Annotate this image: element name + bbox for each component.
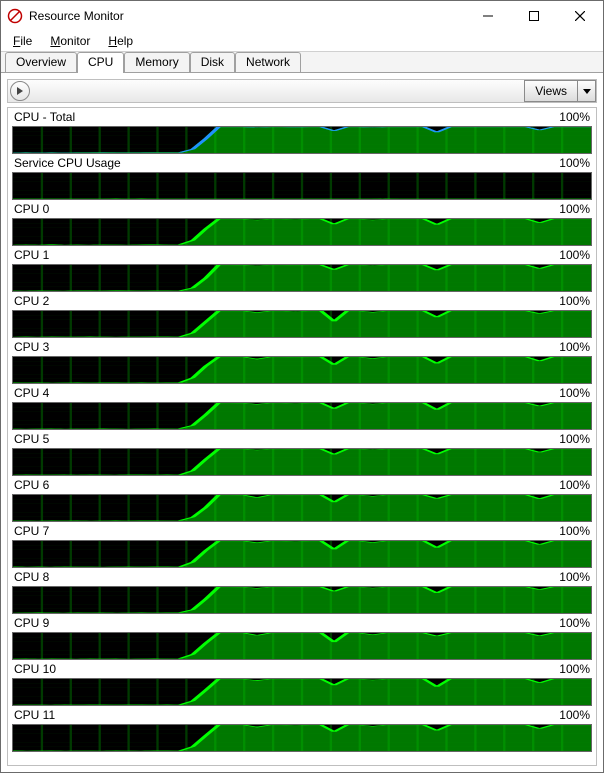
- cpu-usage-graph: [12, 448, 592, 476]
- views-label: Views: [535, 84, 567, 98]
- cpu-usage-graph: [12, 724, 592, 752]
- cpu-usage-graph: [12, 218, 592, 246]
- graph-max-label: 100%: [559, 478, 590, 492]
- expand-collapse-button[interactable]: [10, 81, 30, 101]
- cpu-usage-graph: [12, 402, 592, 430]
- graph-max-label: 100%: [559, 708, 590, 722]
- graph-max-label: 100%: [559, 294, 590, 308]
- tab-memory[interactable]: Memory: [124, 52, 189, 72]
- graph-header: CPU 1100%: [12, 248, 592, 264]
- graph-header: CPU 2100%: [12, 294, 592, 310]
- graph-max-label: 100%: [559, 386, 590, 400]
- graph-max-label: 100%: [559, 524, 590, 538]
- graph-header: CPU 3100%: [12, 340, 592, 356]
- graph-header: CPU 7100%: [12, 524, 592, 540]
- cpu-usage-graph: [12, 264, 592, 292]
- graph-name: CPU - Total: [14, 110, 559, 124]
- graph-name: CPU 5: [14, 432, 559, 446]
- cpu-usage-graph: [12, 678, 592, 706]
- titlebar[interactable]: Resource Monitor: [1, 1, 603, 31]
- close-button[interactable]: [557, 1, 603, 31]
- graph-header: CPU 5100%: [12, 432, 592, 448]
- tab-disk[interactable]: Disk: [190, 52, 235, 72]
- graph-name: CPU 7: [14, 524, 559, 538]
- menu-help[interactable]: Help: [100, 33, 141, 49]
- graph-max-label: 100%: [559, 570, 590, 584]
- cpu-usage-graph: [12, 172, 592, 200]
- graph-name: CPU 4: [14, 386, 559, 400]
- graph-header: Service CPU Usage100%: [12, 156, 592, 172]
- tab-overview[interactable]: Overview: [5, 52, 77, 72]
- graph-name: Service CPU Usage: [14, 156, 559, 170]
- views-button[interactable]: Views: [524, 80, 596, 102]
- graph-max-label: 100%: [559, 248, 590, 262]
- app-icon: [7, 8, 23, 24]
- tabs: Overview CPU Memory Disk Network: [1, 51, 603, 73]
- menu-file[interactable]: File: [5, 33, 40, 49]
- tab-cpu[interactable]: CPU: [77, 52, 124, 73]
- graph-name: CPU 11: [14, 708, 559, 722]
- graph-max-label: 100%: [559, 662, 590, 676]
- graph-header: CPU 4100%: [12, 386, 592, 402]
- graph-header: CPU 9100%: [12, 616, 592, 632]
- graph-name: CPU 6: [14, 478, 559, 492]
- cpu-usage-graph: [12, 540, 592, 568]
- cpu-usage-graph: [12, 310, 592, 338]
- graph-max-label: 100%: [559, 110, 590, 124]
- cpu-usage-graph: [12, 494, 592, 522]
- graph-header: CPU 10100%: [12, 662, 592, 678]
- graph-header: CPU 8100%: [12, 570, 592, 586]
- graph-name: CPU 1: [14, 248, 559, 262]
- graph-header: CPU 11100%: [12, 708, 592, 724]
- graph-header: CPU 6100%: [12, 478, 592, 494]
- cpu-usage-graph: [12, 632, 592, 660]
- menu-monitor[interactable]: Monitor: [42, 33, 98, 49]
- graph-name: CPU 2: [14, 294, 559, 308]
- graph-name: CPU 10: [14, 662, 559, 676]
- toolbar: Views: [7, 79, 597, 103]
- window-title: Resource Monitor: [29, 9, 124, 23]
- cpu-usage-graph: [12, 356, 592, 384]
- cpu-usage-graph: [12, 586, 592, 614]
- tab-network[interactable]: Network: [235, 52, 301, 72]
- cpu-usage-graph: [12, 126, 592, 154]
- graph-max-label: 100%: [559, 156, 590, 170]
- graph-max-label: 100%: [559, 432, 590, 446]
- views-dropdown-icon[interactable]: [578, 80, 596, 102]
- graph-max-label: 100%: [559, 340, 590, 354]
- graph-max-label: 100%: [559, 202, 590, 216]
- graph-name: CPU 0: [14, 202, 559, 216]
- cpu-graphs-panel: CPU - Total100% Service CPU Usage100% CP…: [7, 107, 597, 766]
- minimize-button[interactable]: [465, 1, 511, 31]
- menubar: File Monitor Help: [1, 31, 603, 51]
- graph-header: CPU - Total100%: [12, 110, 592, 126]
- graph-name: CPU 3: [14, 340, 559, 354]
- graph-header: CPU 0100%: [12, 202, 592, 218]
- maximize-button[interactable]: [511, 1, 557, 31]
- graph-name: CPU 8: [14, 570, 559, 584]
- graph-name: CPU 9: [14, 616, 559, 630]
- resource-monitor-window: Resource Monitor File Monitor Help Overv…: [0, 0, 604, 773]
- graph-max-label: 100%: [559, 616, 590, 630]
